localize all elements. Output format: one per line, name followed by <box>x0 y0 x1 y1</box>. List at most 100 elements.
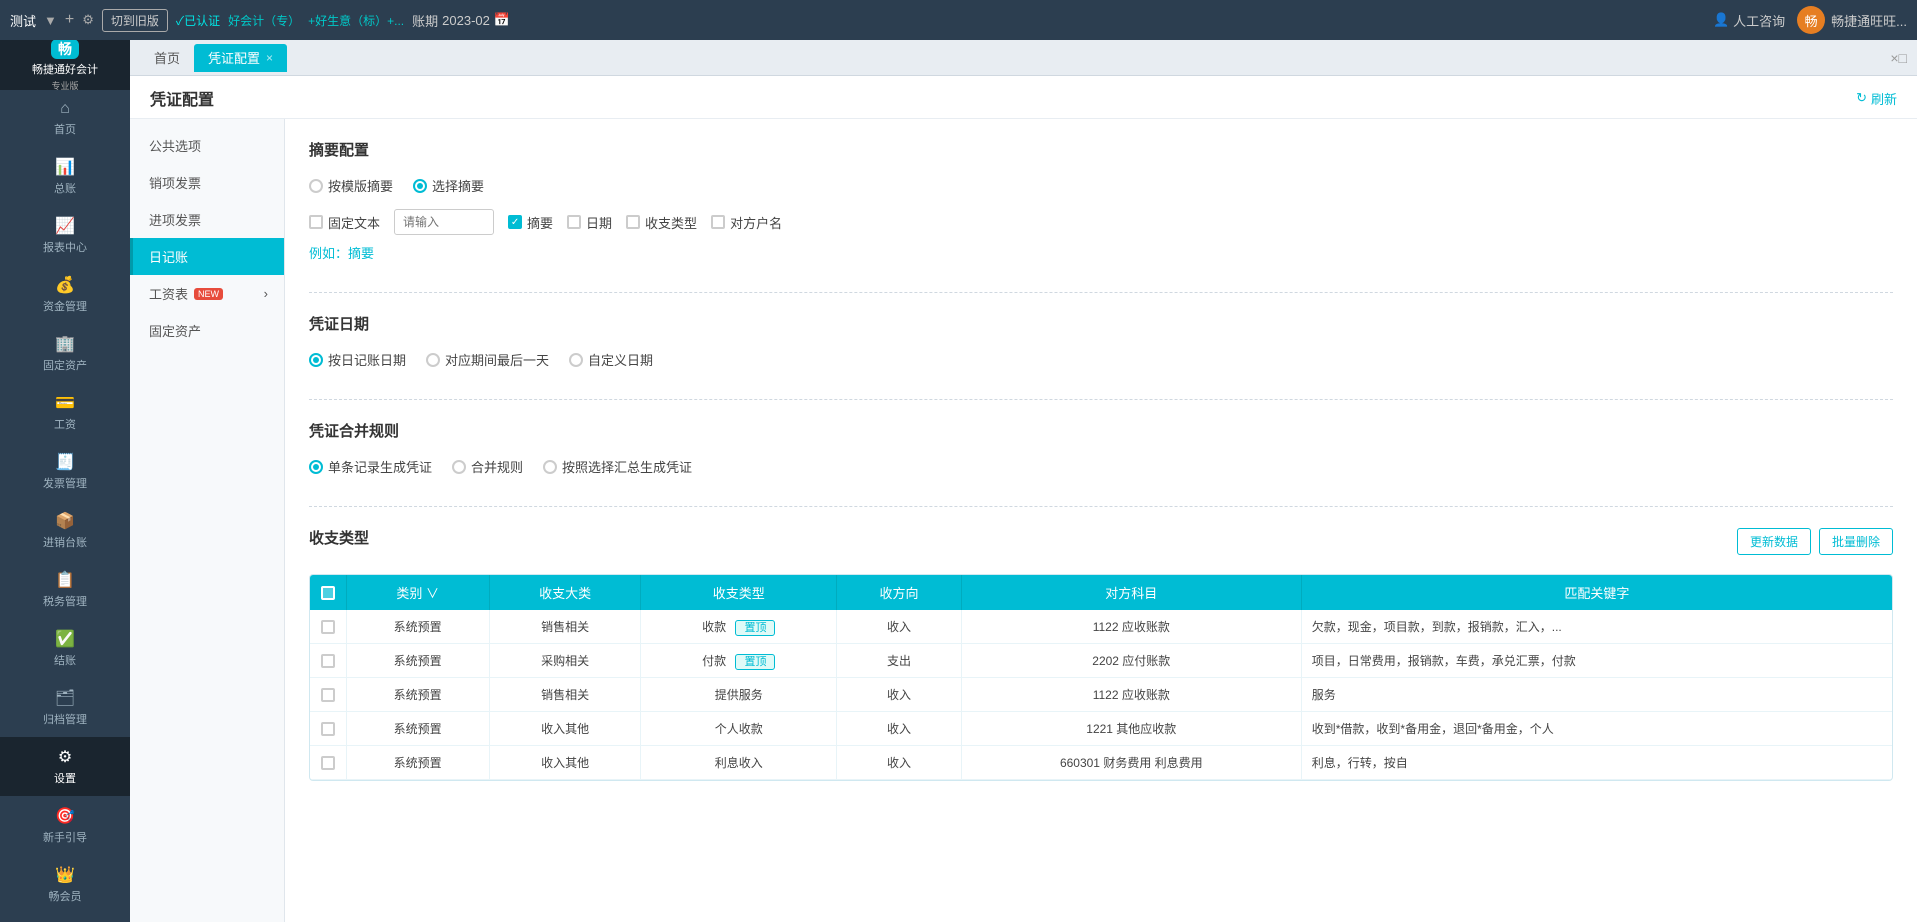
refresh-button[interactable]: ↻ 刷新 <box>1856 89 1897 108</box>
sidebar-item-report[interactable]: 📈 报表中心 <box>0 206 130 265</box>
sidebar-item-label: 资金管理 <box>43 298 87 314</box>
checkbox-abstract[interactable]: ✓ 摘要 <box>508 213 553 232</box>
company-dropdown-icon[interactable]: ▼ <box>44 13 57 28</box>
tab-voucher-config-label: 凭证配置 <box>208 48 260 67</box>
radio-single[interactable]: 单条记录生成凭证 <box>309 457 432 476</box>
switch-version-button[interactable]: 切到旧版 <box>102 9 168 32</box>
row-checkbox[interactable] <box>321 688 335 702</box>
vip-icon: 👑 <box>55 865 75 885</box>
left-nav-journal[interactable]: 日记账 <box>130 238 284 275</box>
sidebar-item-label: 结账 <box>54 652 76 668</box>
radio-template-label: 按模版摘要 <box>328 176 393 195</box>
top-bar-right: 👤 人工咨询 畅 畅捷通旺旺... <box>1713 6 1907 34</box>
checkbox-date-box <box>567 215 581 229</box>
td-checkbox[interactable] <box>310 610 346 644</box>
row-checkbox[interactable] <box>321 654 335 668</box>
td-keywords: 项目，日常费用，报销款，车费，承兑汇票，付款 <box>1301 644 1892 678</box>
left-nav-sales-invoice[interactable]: 销项发票 <box>130 164 284 201</box>
radio-template[interactable]: 按模版摘要 <box>309 176 393 195</box>
left-nav-fixed-assets-label: 固定资产 <box>149 321 201 340</box>
checkbox-fixed-text[interactable]: 固定文本 <box>309 213 380 232</box>
td-keywords: 收到*借款，收到*备用金，退回*备用金，个人 <box>1301 712 1892 746</box>
table-row: 系统预置 销售相关 提供服务 收入 1122 应收账款 服务 <box>310 678 1892 712</box>
checkbox-date[interactable]: 日期 <box>567 213 612 232</box>
sidebar-item-settings[interactable]: ⚙ 设置 <box>0 737 130 796</box>
sidebar-item-purchase[interactable]: 📦 进销台账 <box>0 501 130 560</box>
window-close-button[interactable]: × <box>1890 50 1898 66</box>
page-header: 凭证配置 ↻ 刷新 <box>130 76 1917 119</box>
refresh-icon: ↻ <box>1856 90 1867 106</box>
sidebar-item-archive[interactable]: 🗂 归档管理 <box>0 678 130 737</box>
th-income-type: 收支类型 <box>641 575 837 610</box>
radio-summary[interactable]: 按照选择汇总生成凭证 <box>543 457 692 476</box>
main-split: 公共选项 销项发票 进项发票 日记账 工资表 NEW › <box>130 119 1917 922</box>
sidebar-item-invoice[interactable]: 🧾 发票管理 <box>0 442 130 501</box>
summary-config-section: 摘要配置 按模版摘要 选择摘要 <box>309 139 1893 262</box>
th-category: 类别 ∨ <box>346 575 489 610</box>
tab-close-icon[interactable]: × <box>266 51 273 65</box>
sidebar-item-guide[interactable]: 🎯 新手引导 <box>0 796 130 855</box>
left-nav-public[interactable]: 公共选项 <box>130 127 284 164</box>
company-name: 测试 <box>10 11 36 30</box>
left-nav-purchase-invoice[interactable]: 进项发票 <box>130 201 284 238</box>
td-account: 660301 财务费用 利息费用 <box>961 746 1301 780</box>
left-nav-sales-invoice-label: 销项发票 <box>149 173 201 192</box>
radio-period-last-label: 对应期间最后一天 <box>445 350 549 369</box>
td-direction: 收入 <box>837 678 962 712</box>
radio-journal-date[interactable]: 按日记账日期 <box>309 350 406 369</box>
income-expense-title: 收支类型 <box>309 527 369 548</box>
td-checkbox[interactable] <box>310 746 346 780</box>
window-maximize-button[interactable]: □ <box>1899 50 1907 66</box>
sidebar-item-settlement[interactable]: ✅ 结账 <box>0 619 130 678</box>
sidebar-item-assets[interactable]: 🏢 固定资产 <box>0 324 130 383</box>
sidebar-item-funds[interactable]: 💰 资金管理 <box>0 265 130 324</box>
th-direction: 收方向 <box>837 575 962 610</box>
tab-voucher-config[interactable]: 凭证配置 × <box>194 44 287 72</box>
radio-select[interactable]: 选择摘要 <box>413 176 484 195</box>
sidebar-item-label: 设置 <box>54 770 76 786</box>
td-checkbox[interactable] <box>310 712 346 746</box>
checkbox-counterpart[interactable]: 对方户名 <box>711 213 782 232</box>
radio-period-last[interactable]: 对应期间最后一天 <box>426 350 549 369</box>
td-checkbox[interactable] <box>310 644 346 678</box>
pin-tag[interactable]: 置顶 <box>735 620 775 636</box>
merge-rules-section: 凭证合并规则 单条记录生成凭证 合并规则 按照选择汇总生成凭证 <box>309 420 1893 476</box>
tab-home[interactable]: 首页 <box>140 44 194 72</box>
period-info: 账期 2023-02 📅 <box>412 11 510 30</box>
support-button[interactable]: 👤 人工咨询 <box>1713 11 1785 30</box>
td-direction: 收入 <box>837 712 962 746</box>
td-checkbox[interactable] <box>310 678 346 712</box>
row-checkbox[interactable] <box>321 722 335 736</box>
radio-custom-date-label: 自定义日期 <box>588 350 653 369</box>
sidebar-item-label: 固定资产 <box>43 357 87 373</box>
user-info[interactable]: 畅 畅捷通旺旺... <box>1797 6 1907 34</box>
sidebar-item-general[interactable]: 📊 总账 <box>0 147 130 206</box>
row-checkbox[interactable] <box>321 756 335 770</box>
td-income-type: 收款 置顶 <box>641 610 837 644</box>
radio-merge[interactable]: 合并规则 <box>452 457 523 476</box>
left-nav-salary-table[interactable]: 工资表 NEW › <box>130 275 284 312</box>
income-expense-table: 类别 ∨ 收支大类 收支类型 收方向 对方科目 匹配关键字 系统预置 <box>310 575 1892 780</box>
table-row: 系统预置 采购相关 付款 置顶 支出 2202 应付账款 项目，日常费用，报销款… <box>310 644 1892 678</box>
checkbox-counterpart-box <box>711 215 725 229</box>
select-all-checkbox[interactable] <box>321 586 335 600</box>
sidebar-item-home[interactable]: ⌂ 首页 <box>0 90 130 147</box>
row-checkbox[interactable] <box>321 620 335 634</box>
fixed-text-input[interactable] <box>394 209 494 235</box>
left-nav-fixed-assets[interactable]: 固定资产 <box>130 312 284 349</box>
sidebar-item-tax[interactable]: 📋 税务管理 <box>0 560 130 619</box>
settings-icon[interactable]: ⚙ <box>82 12 94 28</box>
add-icon[interactable]: + <box>65 11 74 29</box>
calendar-icon[interactable]: 📅 <box>494 12 510 28</box>
sidebar-item-salary[interactable]: 💳 工资 <box>0 383 130 442</box>
checkbox-counterpart-label: 对方户名 <box>730 213 782 232</box>
td-category: 系统预置 <box>346 644 489 678</box>
td-category: 系统预置 <box>346 610 489 644</box>
sidebar-item-vip[interactable]: 👑 畅会员 <box>0 855 130 914</box>
checkbox-type[interactable]: 收支类型 <box>626 213 697 232</box>
pin-tag[interactable]: 置顶 <box>735 654 775 670</box>
batch-delete-button[interactable]: 批量删除 <box>1819 528 1893 555</box>
th-checkbox[interactable] <box>310 575 346 610</box>
update-data-button[interactable]: 更新数据 <box>1737 528 1811 555</box>
radio-custom-date[interactable]: 自定义日期 <box>569 350 653 369</box>
